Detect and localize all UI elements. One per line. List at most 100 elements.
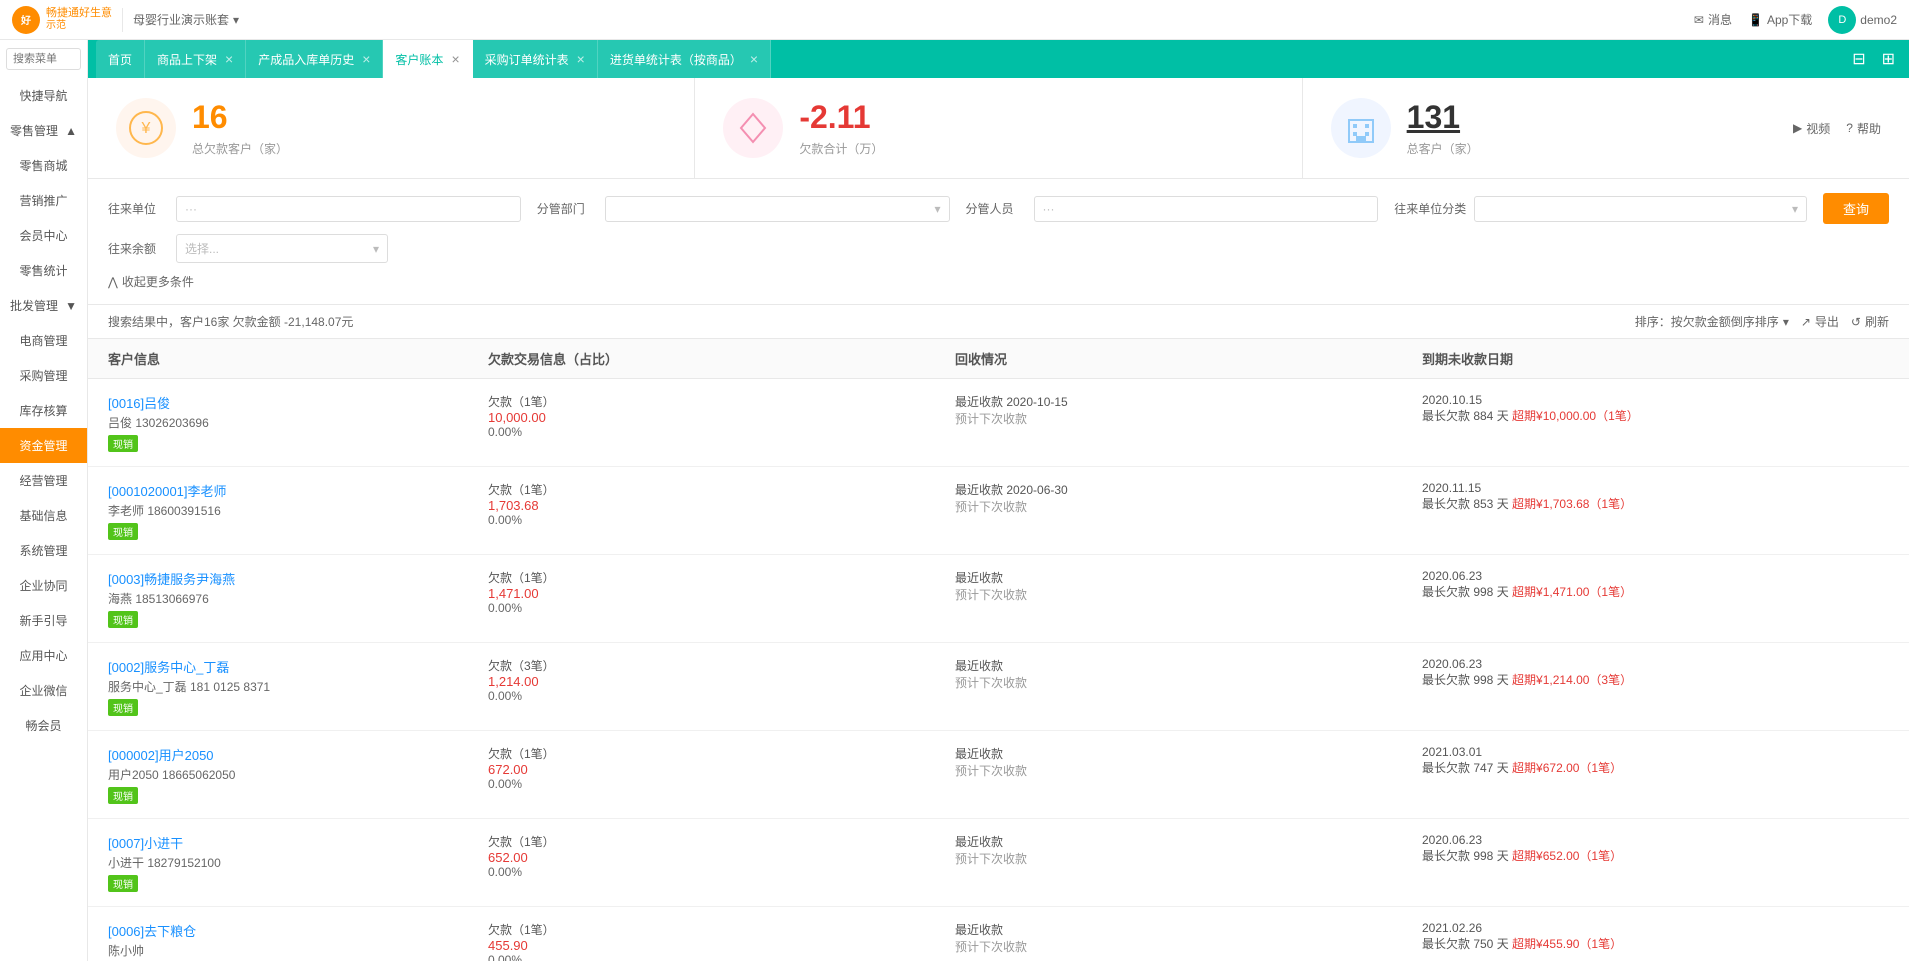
filter-category-input[interactable]: ▾ bbox=[1474, 196, 1807, 222]
customer-name-link-2[interactable]: [0003]畅捷服务尹海燕 bbox=[108, 572, 235, 587]
cell-debt-5: 欠款（1笔） 652.00 0.00% bbox=[488, 833, 955, 879]
filter-customer-dots: ··· bbox=[185, 202, 197, 216]
help-label: 帮助 bbox=[1857, 120, 1881, 137]
tab-goods-label: 商品上下架 bbox=[157, 51, 217, 68]
stat-info-customers: 16 总欠款客户（家） bbox=[192, 99, 288, 157]
debt-count-1: 欠款（1笔） bbox=[488, 481, 955, 498]
payment-date-3: 最近收款 bbox=[955, 657, 1422, 674]
sidebar-item-marketing[interactable]: 营销推广 bbox=[0, 183, 87, 218]
chevron-category-icon: ▾ bbox=[1792, 202, 1798, 216]
tab-customer-account[interactable]: 客户账本 × bbox=[383, 40, 472, 78]
due-date-3: 2020.06.23 bbox=[1422, 657, 1889, 671]
payment-info-4: 预计下次收款 bbox=[955, 762, 1422, 779]
overdue-amount-link-1[interactable]: 超期¥1,703.68（1笔） bbox=[1512, 497, 1632, 511]
tab-home[interactable]: 首页 bbox=[96, 40, 145, 78]
message-button[interactable]: ✉ 消息 bbox=[1694, 11, 1732, 28]
tab-production-close[interactable]: × bbox=[362, 52, 370, 66]
search-input[interactable] bbox=[6, 48, 81, 70]
sort-button[interactable]: 排序：按欠款金额倒序排序 ▾ bbox=[1635, 313, 1789, 330]
customer-name-link-1[interactable]: [0001020001]李老师 bbox=[108, 484, 227, 499]
stat-label-customers: 总欠款客户（家） bbox=[192, 140, 288, 157]
export-button[interactable]: ↗ 导出 bbox=[1801, 313, 1839, 330]
tab-purchase-stats[interactable]: 采购订单统计表 × bbox=[473, 40, 598, 78]
stat-icon-building bbox=[1331, 98, 1391, 158]
sidebar-item-wholesale[interactable]: 批发管理 ▼ bbox=[0, 288, 87, 323]
help-button[interactable]: ? 帮助 bbox=[1846, 120, 1881, 137]
export-icon: ↗ bbox=[1801, 315, 1811, 329]
customer-tag-3: 现销 bbox=[108, 699, 138, 716]
tab-collapse-icon[interactable]: ⊟ bbox=[1846, 49, 1871, 69]
sidebar-item-quick-nav[interactable]: 快捷导航 bbox=[0, 78, 87, 113]
cell-duedate-3: 2020.06.23 最长欠款 998 天 超期¥1,214.00（3笔） bbox=[1422, 657, 1889, 688]
sidebar-item-weixin[interactable]: 企业微信 bbox=[0, 673, 87, 708]
overdue-amount-link-6[interactable]: 超期¥455.90（1笔） bbox=[1512, 937, 1622, 951]
filter-dept-input[interactable]: ▾ bbox=[605, 196, 950, 222]
sidebar-item-business[interactable]: 经营管理 bbox=[0, 463, 87, 498]
sidebar-item-collab[interactable]: 企业协同 bbox=[0, 568, 87, 603]
search-button[interactable]: 查询 bbox=[1823, 193, 1889, 224]
customer-name-link-4[interactable]: [000002]用户2050 bbox=[108, 748, 214, 763]
tab-goods-stats-close[interactable]: × bbox=[750, 52, 758, 66]
filter-customer-label: 往来单位 bbox=[108, 200, 168, 217]
collapse-button[interactable]: ⋀ 收起更多条件 bbox=[108, 273, 194, 290]
customer-name-link-6[interactable]: [0006]去下粮仓 bbox=[108, 924, 196, 939]
store-selector[interactable]: 母婴行业演示账套 ▾ bbox=[133, 11, 239, 28]
stat-right-actions: ▶ 视频 ? 帮助 bbox=[1793, 120, 1881, 137]
tab-goods[interactable]: 商品上下架 × bbox=[145, 40, 246, 78]
video-button[interactable]: ▶ 视频 bbox=[1793, 120, 1830, 137]
sidebar-item-member[interactable]: 会员中心 bbox=[0, 218, 87, 253]
sidebar-item-guide[interactable]: 新手引导 bbox=[0, 603, 87, 638]
app-download-button[interactable]: 📱 App下载 bbox=[1748, 11, 1812, 28]
tab-expand-icon[interactable]: ⊞ bbox=[1876, 49, 1901, 69]
payment-date-1: 最近收款 2020-06-30 bbox=[955, 481, 1422, 498]
tab-goods-stats[interactable]: 进货单统计表（按商品） × bbox=[598, 40, 771, 78]
sidebar-item-inventory[interactable]: 库存核算 bbox=[0, 393, 87, 428]
overdue-amount-link-2[interactable]: 超期¥1,471.00（1笔） bbox=[1512, 585, 1632, 599]
due-date-1: 2020.11.15 bbox=[1422, 481, 1889, 495]
debt-ratio-0: 0.00% bbox=[488, 425, 955, 439]
overdue-amount-link-3[interactable]: 超期¥1,214.00（3笔） bbox=[1512, 673, 1632, 687]
cell-payment-2: 最近收款 预计下次收款 bbox=[955, 569, 1422, 603]
sidebar-item-retail-mall[interactable]: 零售商城 bbox=[0, 148, 87, 183]
sidebar-item-system[interactable]: 系统管理 bbox=[0, 533, 87, 568]
sidebar-item-purchase[interactable]: 采购管理 bbox=[0, 358, 87, 393]
tab-production[interactable]: 产成品入库单历史 × bbox=[246, 40, 383, 78]
sidebar-item-retail-mgmt[interactable]: 零售管理 ▲ bbox=[0, 113, 87, 148]
sidebar-item-finance[interactable]: 资金管理 bbox=[0, 428, 87, 463]
customer-phone-4: 用户2050 18665062050 bbox=[108, 766, 488, 783]
customer-phone-2: 海燕 18513066976 bbox=[108, 590, 488, 607]
tab-customer-close[interactable]: × bbox=[451, 52, 459, 66]
sidebar-item-basic-info[interactable]: 基础信息 bbox=[0, 498, 87, 533]
sidebar-item-retail-stats[interactable]: 零售统计 bbox=[0, 253, 87, 288]
overdue-amount-link-4[interactable]: 超期¥672.00（1笔） bbox=[1512, 761, 1622, 775]
refresh-button[interactable]: ↺ 刷新 bbox=[1851, 313, 1889, 330]
sidebar-search-area bbox=[0, 40, 87, 78]
cell-payment-5: 最近收款 预计下次收款 bbox=[955, 833, 1422, 867]
cell-customer-5: [0007]小进干 小进干 18279152100 现销 bbox=[108, 833, 488, 892]
collapse-label: 收起更多条件 bbox=[122, 273, 194, 290]
cell-customer-3: [0002]服务中心_丁磊 服务中心_丁磊 181 0125 8371 现销 bbox=[108, 657, 488, 716]
sidebar-item-appstore[interactable]: 应用中心 bbox=[0, 638, 87, 673]
filter-customer-input[interactable]: ··· bbox=[176, 196, 521, 222]
customer-name-link-3[interactable]: [0002]服务中心_丁磊 bbox=[108, 660, 229, 675]
sidebar-item-ecommerce[interactable]: 电商管理 bbox=[0, 323, 87, 358]
user-button[interactable]: D demo2 bbox=[1828, 6, 1897, 34]
tab-purchase-close[interactable]: × bbox=[577, 52, 585, 66]
filter-person-dots: ··· bbox=[1043, 202, 1055, 216]
customer-name-link-0[interactable]: [0016]吕俊 bbox=[108, 396, 170, 411]
overdue-amount-link-5[interactable]: 超期¥652.00（1笔） bbox=[1512, 849, 1622, 863]
overdue-amount-link-0[interactable]: 超期¥10,000.00（1笔） bbox=[1512, 409, 1639, 423]
debt-count-6: 欠款（1笔） bbox=[488, 921, 955, 938]
overdue-days-1: 最长欠款 853 天 超期¥1,703.68（1笔） bbox=[1422, 495, 1889, 512]
customer-tag-4: 现销 bbox=[108, 787, 138, 804]
top-right: ✉ 消息 📱 App下载 D demo2 bbox=[1694, 6, 1897, 34]
divider bbox=[122, 8, 123, 32]
tab-goods-close[interactable]: × bbox=[225, 52, 233, 66]
customer-phone-6: 陈小帅 bbox=[108, 942, 488, 959]
table-row: [000002]用户2050 用户2050 18665062050 现销 欠款（… bbox=[88, 731, 1909, 819]
logo-area: 好 畅捷通好生意 示范 bbox=[12, 6, 112, 34]
sidebar-item-member2[interactable]: 畅会员 bbox=[0, 708, 87, 743]
filter-balance-input[interactable]: 选择... ▾ bbox=[176, 234, 388, 263]
filter-person-input[interactable]: ··· bbox=[1034, 196, 1379, 222]
customer-name-link-5[interactable]: [0007]小进干 bbox=[108, 836, 183, 851]
